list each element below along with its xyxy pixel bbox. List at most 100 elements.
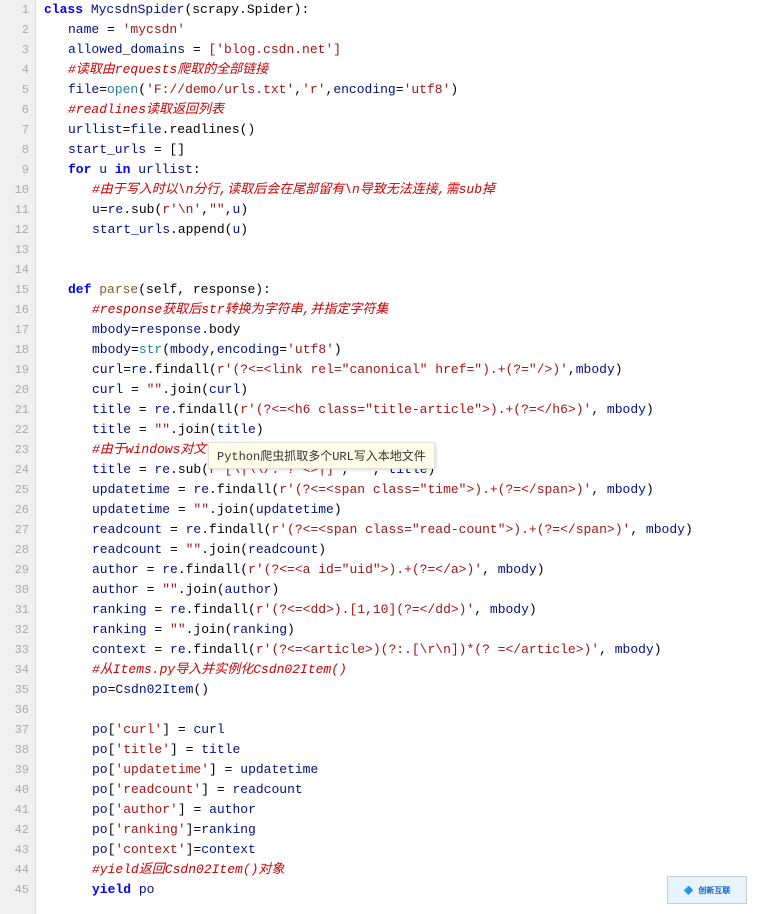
code-token: po — [92, 842, 108, 857]
code-token: updatetime — [92, 502, 170, 517]
line-number: 11 — [0, 200, 35, 220]
code-line: po['readcount'] = readcount — [44, 780, 757, 800]
code-token: open — [107, 82, 138, 97]
code-token: 'title' — [115, 742, 170, 757]
code-token: r'(?<=<span class="time">).+(?=</span>)' — [279, 482, 591, 497]
code-token: , — [294, 82, 302, 97]
code-line: po['author'] = author — [44, 800, 757, 820]
line-number: 4 — [0, 60, 35, 80]
code-token: mbody — [498, 562, 537, 577]
code-token: title — [92, 462, 131, 477]
code-token: re — [193, 482, 209, 497]
line-number: 45 — [0, 880, 35, 900]
code-line: po['context']=context — [44, 840, 757, 860]
code-token: .join( — [170, 422, 217, 437]
line-number: 32 — [0, 620, 35, 640]
code-token: 'readcount' — [115, 782, 201, 797]
code-token: re — [170, 642, 186, 657]
line-number: 7 — [0, 120, 35, 140]
code-token: mbody — [170, 342, 209, 357]
code-token: yield — [92, 882, 139, 897]
watermark: 🔷 创新互联 — [667, 876, 747, 904]
code-token: mbody — [607, 402, 646, 417]
line-number: 39 — [0, 760, 35, 780]
code-token: 'updatetime' — [115, 762, 209, 777]
code-token: r'(?<=<article>)(?:.[\r\n])*(? =</articl… — [256, 642, 599, 657]
code-line: readcount = re.findall(r'(?<=<span class… — [44, 520, 757, 540]
code-token: = — [131, 462, 154, 477]
code-token: .sub( — [123, 202, 162, 217]
code-line: #yield返回Csdn02Item()对象 — [44, 860, 757, 880]
code-token: = — [99, 22, 122, 37]
code-token: .findall( — [209, 482, 279, 497]
code-token: r'(?<=<h6 class="title-article">).+(?=</… — [240, 402, 591, 417]
code-line: #从Items.py导入并实例化Csdn02Item() — [44, 660, 757, 680]
code-token: = [] — [146, 142, 185, 157]
code-token: curl — [92, 362, 123, 377]
code-line: mbody=str(mbody,encoding='utf8') — [44, 340, 757, 360]
code-line: updatetime = re.findall(r'(?<=<span clas… — [44, 480, 757, 500]
code-token: = — [147, 642, 170, 657]
code-token: .join( — [209, 502, 256, 517]
code-token: r'(?<=<link rel="canonical" href=").+(?=… — [217, 362, 568, 377]
code-line: start_urls.append(u) — [44, 220, 757, 240]
code-token: ranking — [201, 822, 256, 837]
code-token: ) — [334, 502, 342, 517]
code-token: "" — [170, 622, 186, 637]
code-token: ranking — [232, 622, 287, 637]
code-line: context = re.findall(r'(?<=<article>)(?:… — [44, 640, 757, 660]
code-token: , — [591, 402, 607, 417]
code-token: r'(?<=<dd>).[1,10](?=</dd>)' — [256, 602, 474, 617]
code-token: = — [162, 522, 185, 537]
code-token: readcount — [232, 782, 302, 797]
code-token: , — [225, 202, 233, 217]
code-token: u — [99, 162, 107, 177]
code-token: mbody — [92, 342, 131, 357]
line-number: 1 — [0, 0, 35, 20]
code-token: curl — [193, 722, 224, 737]
line-number: 10 — [0, 180, 35, 200]
code-token: .findall( — [201, 522, 271, 537]
code-token: 'utf8' — [287, 342, 334, 357]
code-token: , — [568, 362, 576, 377]
code-token: re — [186, 522, 202, 537]
code-token: author — [209, 802, 256, 817]
code-token: .join( — [162, 382, 209, 397]
code-line: updatetime = "".join(updatetime) — [44, 500, 757, 520]
code-token: 'ranking' — [115, 822, 185, 837]
code-line: class MycsdnSpider(scrapy.Spider): — [44, 0, 757, 20]
code-token: "" — [162, 582, 178, 597]
code-token: po — [92, 682, 108, 697]
line-number: 12 — [0, 220, 35, 240]
code-token: po — [92, 822, 108, 837]
code-token: po — [92, 722, 108, 737]
code-token: = — [131, 422, 154, 437]
code-token: #readlines读取返回列表 — [68, 102, 224, 117]
code-token: curl — [209, 382, 240, 397]
code-token: = — [185, 42, 208, 57]
code-token: ) — [537, 562, 545, 577]
code-token: : — [193, 162, 201, 177]
code-line: #readlines读取返回列表 — [44, 100, 757, 120]
code-token: for — [68, 162, 99, 177]
line-number: 27 — [0, 520, 35, 540]
code-line: po['ranking']=ranking — [44, 820, 757, 840]
code-line: file=open('F://demo/urls.txt','r',encodi… — [44, 80, 757, 100]
code-token: .body — [201, 322, 240, 337]
line-number: 43 — [0, 840, 35, 860]
line-numbers: 1234567891011121314151617181920212223242… — [0, 0, 36, 914]
line-number: 6 — [0, 100, 35, 120]
code-token: #从Items.py导入并实例化Csdn02Item() — [92, 662, 347, 677]
code-token: ) — [334, 342, 342, 357]
code-token: name — [68, 22, 99, 37]
code-token: author — [92, 562, 139, 577]
code-token: .findall( — [147, 362, 217, 377]
code-token: 'curl' — [115, 722, 162, 737]
line-number: 38 — [0, 740, 35, 760]
code-token: .findall( — [186, 642, 256, 657]
code-token: ) — [529, 602, 537, 617]
code-token: ]= — [186, 822, 202, 837]
line-number: 42 — [0, 820, 35, 840]
code-token: ) — [287, 622, 295, 637]
code-token: "" — [147, 382, 163, 397]
